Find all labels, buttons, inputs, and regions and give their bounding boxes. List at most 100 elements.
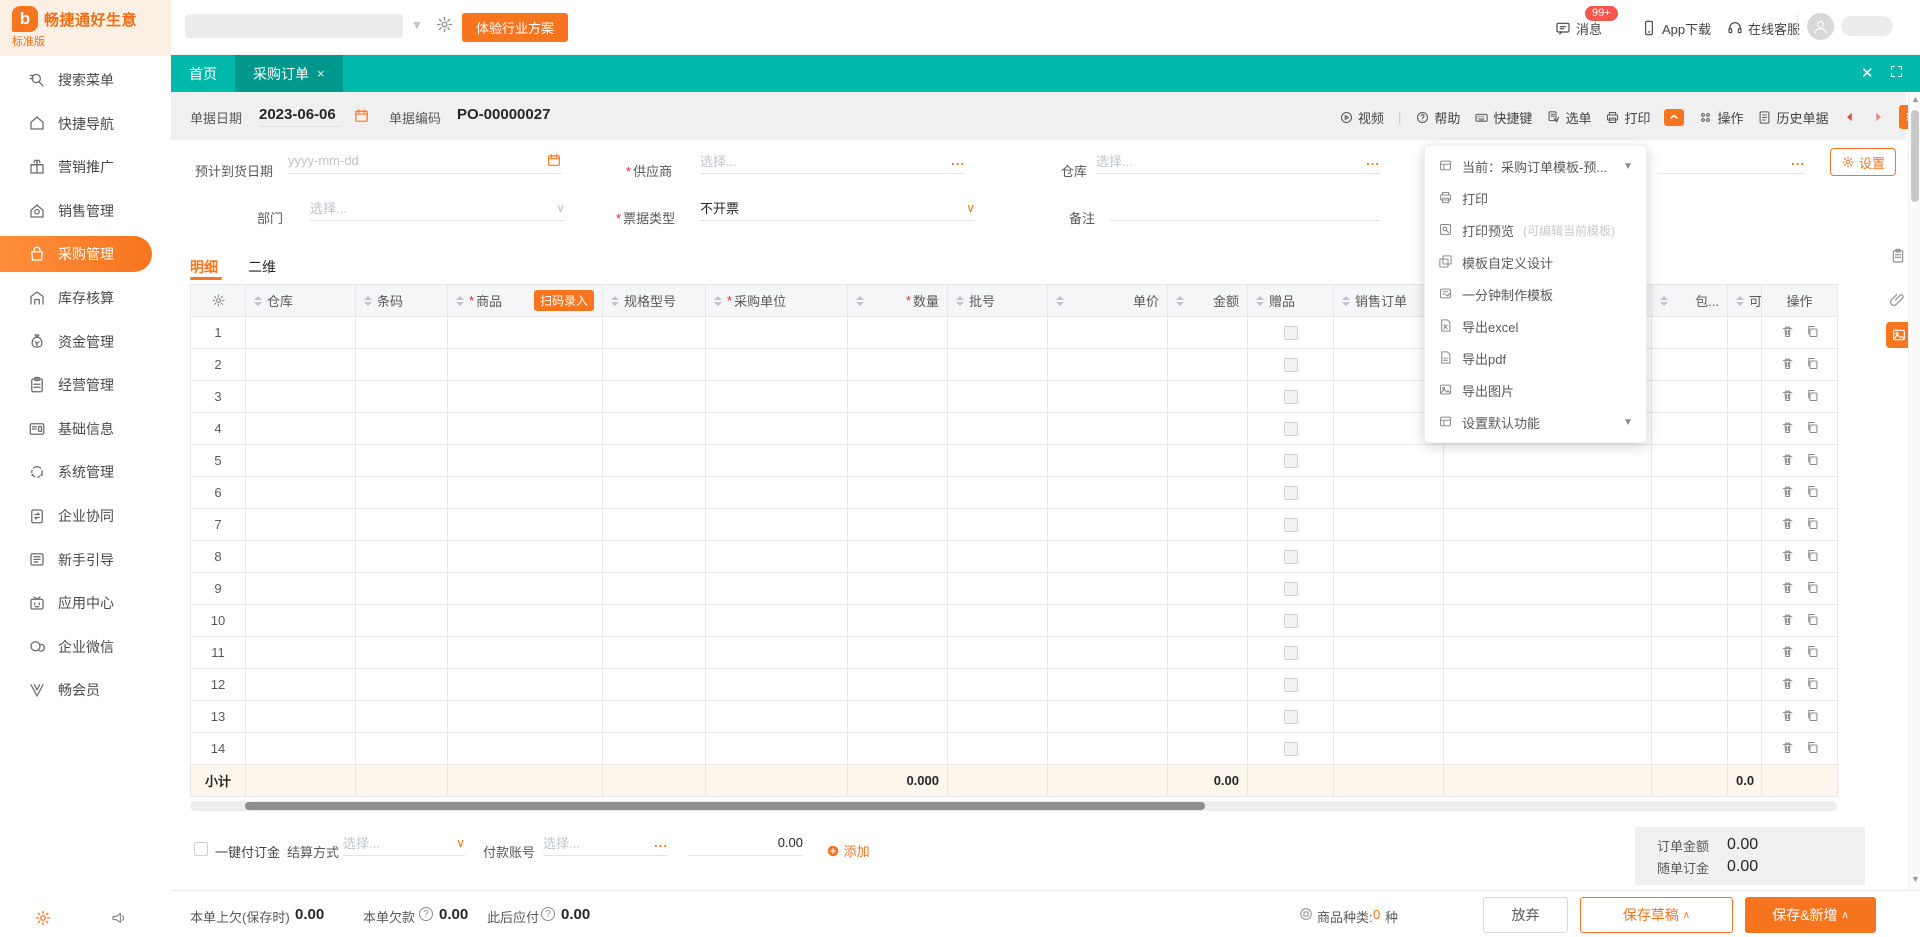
cell-qty[interactable] <box>848 445 948 477</box>
gift-checkbox[interactable] <box>1283 517 1298 532</box>
cell-product[interactable] <box>448 701 603 733</box>
print-menu-item-1[interactable]: 当前：采购订单模板-预... ▼ <box>1425 150 1646 182</box>
cell-amount[interactable] <box>1168 413 1248 445</box>
cell-package[interactable] <box>1652 573 1728 605</box>
cell-barcode[interactable] <box>356 413 448 445</box>
cell-warehouse[interactable] <box>246 701 356 733</box>
cell-available[interactable] <box>1728 413 1762 445</box>
gift-checkbox[interactable] <box>1283 645 1298 660</box>
cell-idx[interactable]: 1 <box>191 317 246 349</box>
print-menu-item-3[interactable]: 打印预览 (可编辑当前模板) <box>1425 214 1646 246</box>
copy-row-icon[interactable] <box>1805 676 1820 693</box>
cell-idx[interactable]: 2 <box>191 349 246 381</box>
cell-qty[interactable] <box>848 605 948 637</box>
delete-row-icon[interactable] <box>1780 516 1795 533</box>
cell-warehouse[interactable] <box>246 317 356 349</box>
cell-package[interactable] <box>1652 349 1728 381</box>
copy-row-icon[interactable] <box>1805 420 1820 437</box>
cell-ops[interactable] <box>1762 669 1838 701</box>
cell-warehouse[interactable] <box>246 477 356 509</box>
clipboard-icon[interactable] <box>1890 248 1906 267</box>
cell-barcode[interactable] <box>356 605 448 637</box>
gift-checkbox[interactable] <box>1283 453 1298 468</box>
settle-method-field[interactable]: 选择... ∨ <box>343 830 465 856</box>
cell-unit[interactable] <box>706 605 848 637</box>
cell-spec[interactable] <box>603 317 706 349</box>
cell-barcode[interactable] <box>356 445 448 477</box>
cell-batch[interactable] <box>948 541 1048 573</box>
cell-unit[interactable] <box>706 541 848 573</box>
cell-price[interactable] <box>1048 445 1168 477</box>
cell-hidden[interactable] <box>1444 541 1652 573</box>
cell-spec[interactable] <box>603 637 706 669</box>
cell-available[interactable] <box>1728 541 1762 573</box>
cell-sales_order[interactable] <box>1334 637 1444 669</box>
cell-barcode[interactable] <box>356 573 448 605</box>
next-doc-icon[interactable] <box>1871 110 1885 125</box>
cell-available[interactable] <box>1728 477 1762 509</box>
sidebar-item-15[interactable]: 畅会员 <box>0 672 152 708</box>
messages-button[interactable]: 消息 <box>1555 19 1602 38</box>
chevron-down-icon[interactable]: ∨ <box>966 201 975 215</box>
cell-ops[interactable] <box>1762 637 1838 669</box>
gear-icon[interactable] <box>435 15 454 37</box>
sidebar-item-4[interactable]: 销售管理 <box>0 193 152 229</box>
sidebar-item-3[interactable]: 营销推广 <box>0 149 152 185</box>
vertical-scrollbar[interactable]: ▲ ▼ <box>1908 92 1920 890</box>
cell-package[interactable] <box>1652 669 1728 701</box>
delete-row-icon[interactable] <box>1780 388 1795 405</box>
delete-row-icon[interactable] <box>1780 708 1795 725</box>
cell-unit[interactable] <box>706 637 848 669</box>
cell-amount[interactable] <box>1168 509 1248 541</box>
settings-button[interactable]: 设置 <box>1830 148 1897 176</box>
help-circle-icon[interactable]: ? <box>419 907 433 921</box>
cell-gift[interactable] <box>1248 413 1334 445</box>
print-menu-item-4[interactable]: 模板自定义设计 <box>1425 246 1646 278</box>
cell-product[interactable] <box>448 637 603 669</box>
cell-price[interactable] <box>1048 381 1168 413</box>
chevron-down-icon[interactable]: ∨ <box>556 201 565 215</box>
cell-gift[interactable] <box>1248 477 1334 509</box>
cell-amount[interactable] <box>1168 381 1248 413</box>
gift-checkbox[interactable] <box>1283 421 1298 436</box>
cell-batch[interactable] <box>948 477 1048 509</box>
cell-sales_order[interactable] <box>1334 701 1444 733</box>
cell-ops[interactable] <box>1762 733 1838 765</box>
cell-package[interactable] <box>1652 317 1728 349</box>
copy-row-icon[interactable] <box>1805 740 1820 757</box>
header-cell-available[interactable]: 可用库存 <box>1728 284 1762 317</box>
cell-amount[interactable] <box>1168 317 1248 349</box>
cell-barcode[interactable] <box>356 509 448 541</box>
sort-carets-icon[interactable] <box>1176 295 1184 306</box>
cell-unit[interactable] <box>706 381 848 413</box>
app-download-button[interactable]: App下载 <box>1641 19 1711 38</box>
print-button[interactable]: 打印 <box>1605 108 1650 127</box>
cell-spec[interactable] <box>603 701 706 733</box>
copy-row-icon[interactable] <box>1805 484 1820 501</box>
sort-carets-icon[interactable] <box>364 295 372 306</box>
cell-product[interactable] <box>448 573 603 605</box>
cell-gift[interactable] <box>1248 509 1334 541</box>
cell-gift[interactable] <box>1248 605 1334 637</box>
cell-warehouse[interactable] <box>246 669 356 701</box>
header-cell-price[interactable]: 单价 <box>1048 284 1168 317</box>
header-cell-barcode[interactable]: 条码 <box>356 284 448 317</box>
header-cell-package[interactable]: 包... <box>1652 284 1728 317</box>
copy-row-icon[interactable] <box>1805 356 1820 373</box>
cell-hidden[interactable] <box>1444 669 1652 701</box>
cell-unit[interactable] <box>706 349 848 381</box>
cell-available[interactable] <box>1728 701 1762 733</box>
cell-amount[interactable] <box>1168 445 1248 477</box>
sidebar-item-14[interactable]: 企业微信 <box>0 629 152 665</box>
gift-checkbox[interactable] <box>1283 741 1298 756</box>
history-button[interactable]: 历史单据 <box>1757 108 1829 127</box>
cell-package[interactable] <box>1652 477 1728 509</box>
cell-hidden[interactable] <box>1444 701 1652 733</box>
paperclip-icon[interactable] <box>1890 292 1906 311</box>
copy-row-icon[interactable] <box>1805 516 1820 533</box>
cell-batch[interactable] <box>948 413 1048 445</box>
gift-checkbox[interactable] <box>1283 709 1298 724</box>
more-options-icon[interactable]: ... <box>951 153 965 168</box>
delete-row-icon[interactable] <box>1780 356 1795 373</box>
cell-price[interactable] <box>1048 669 1168 701</box>
